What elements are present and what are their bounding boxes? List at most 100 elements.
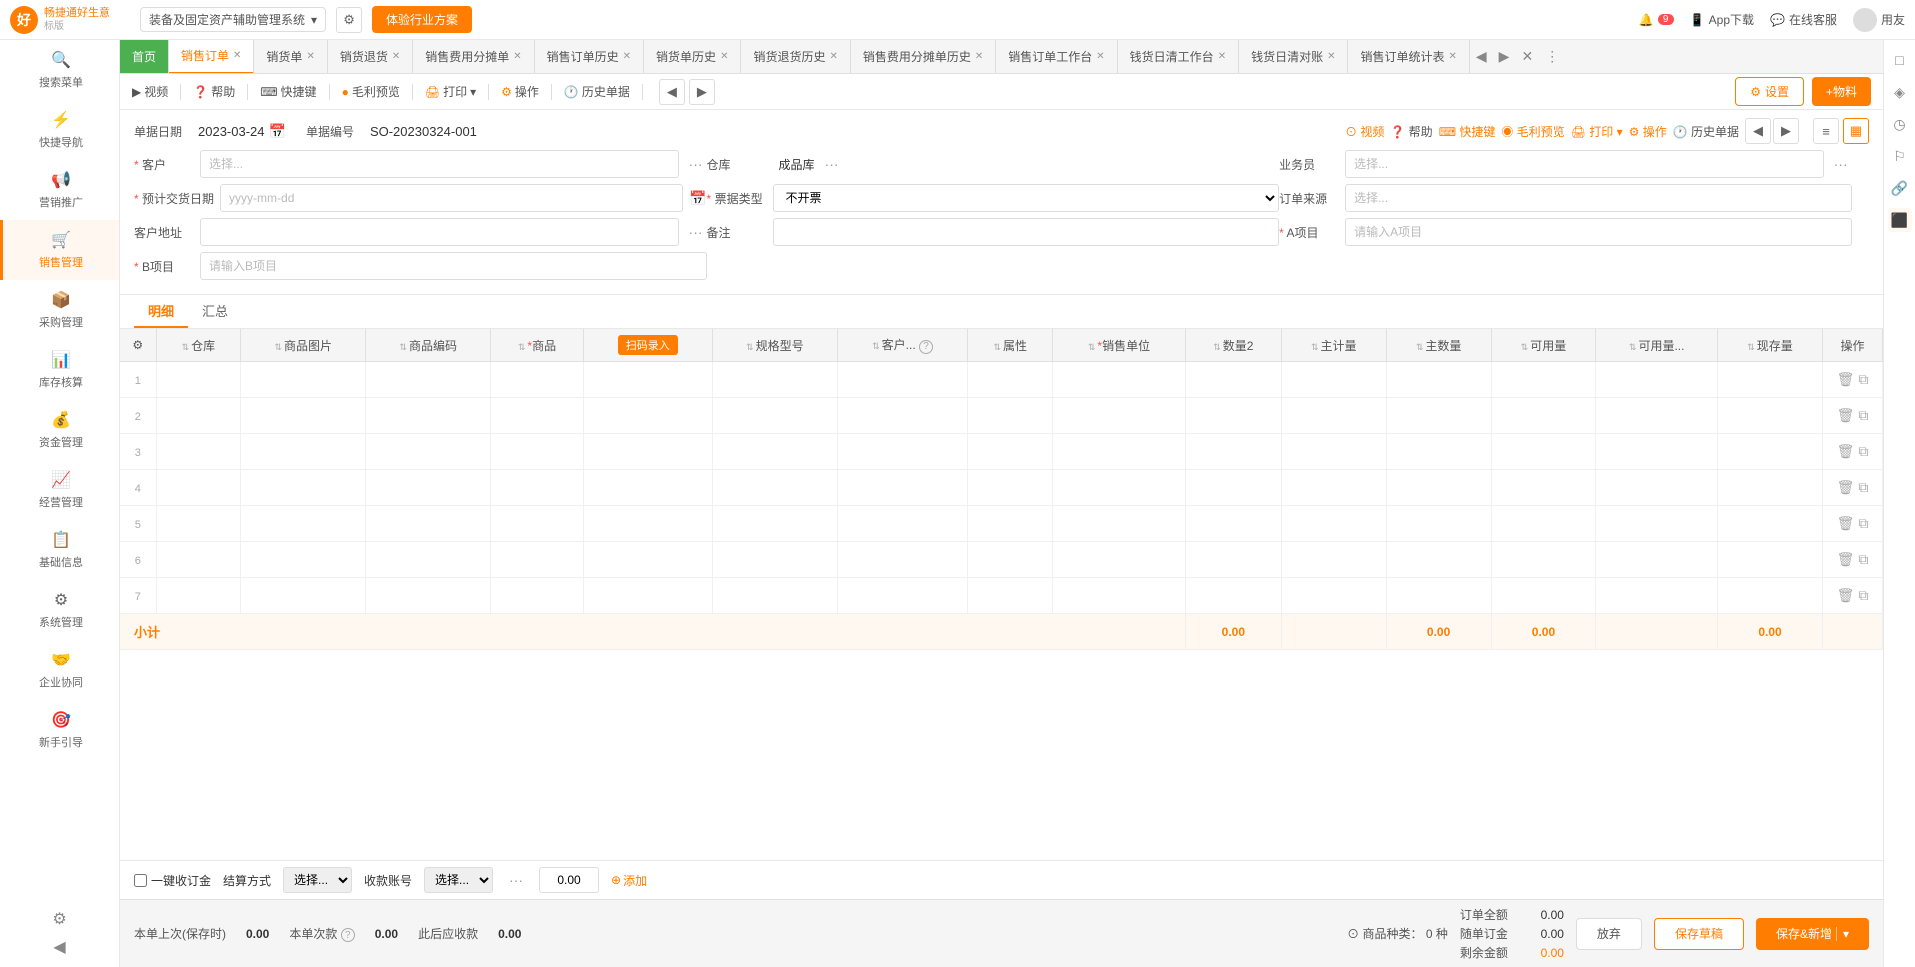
help-button[interactable]: ❓ 帮助 [193,83,235,100]
tab-close-icon[interactable]: ✕ [306,51,314,62]
warehouse-cell[interactable] [156,470,241,506]
warehouse-cell[interactable] [156,398,241,434]
shortcut-icon[interactable]: ⌨ 快捷键 [1439,123,1496,140]
customer-code-cell[interactable] [837,434,968,470]
sidebar-item-inventory[interactable]: 📊 库存核算 [0,340,119,400]
code-cell[interactable] [366,578,491,614]
copy-row-icon[interactable]: ⧉ [1858,407,1868,424]
discard-button[interactable]: 放弃 [1576,918,1642,950]
tab-close-icon[interactable]: ✕ [392,51,400,62]
col-settings-header[interactable]: ⚙ [120,329,156,362]
tab-sales-order-history[interactable]: 销售订单历史 ✕ [535,40,644,74]
attr-cell[interactable] [968,506,1053,542]
copy-row-icon[interactable]: ⧉ [1858,443,1868,460]
copy-row-icon[interactable]: ⧉ [1858,587,1868,604]
main-qty-cell[interactable] [1386,434,1491,470]
operation-button[interactable]: ⚙ 操作 [501,83,539,100]
customer-code-cell[interactable] [837,542,968,578]
one-click-deposit-checkbox[interactable] [134,874,147,887]
list-view-icon[interactable]: ≡ [1813,118,1839,144]
right-icon-2[interactable]: ◈ [1888,80,1912,104]
sidebar-settings-icon[interactable]: ⚙ [52,909,66,929]
this-order-help-icon[interactable]: ? [341,928,355,942]
add-material-button[interactable]: +物料 [1812,77,1871,106]
attr-cell[interactable] [968,434,1053,470]
tab-sales-return[interactable]: 销货退货 ✕ [328,40,413,74]
code-cell[interactable] [366,398,491,434]
user-menu[interactable]: 用友 [1853,8,1905,32]
warehouse-more-icon[interactable]: ··· [821,156,843,172]
tab-sales-expense[interactable]: 销售费用分摊单 ✕ [413,40,534,74]
tab-return-history[interactable]: 销货退货历史 ✕ [741,40,850,74]
tab-close-icon[interactable]: ✕ [829,51,837,62]
history-icon2[interactable]: 🕐 历史单据 [1673,123,1739,140]
sidebar-collapse-icon[interactable]: ◀ [53,937,65,957]
system-selector[interactable]: 装备及固定资产辅助管理系统 ▾ [140,7,326,32]
tab-close-icon[interactable]: ✕ [233,50,241,61]
code-cell[interactable] [366,434,491,470]
delete-row-icon[interactable]: 🗑 [1837,443,1855,460]
copy-row-icon[interactable]: ⧉ [1858,551,1868,568]
save-dropdown-icon[interactable]: ▾ [1836,927,1849,941]
goods-cell[interactable] [491,398,584,434]
unit-cell[interactable] [1053,506,1186,542]
customer-code-cell[interactable] [837,470,968,506]
spec-cell[interactable] [712,470,837,506]
sidebar-item-operations[interactable]: 📈 经营管理 [0,460,119,520]
prev-record-icon[interactable]: ◀ [659,79,685,105]
tab-daily-reconcile[interactable]: 钱货日清对账 ✕ [1239,40,1348,74]
attr-cell[interactable] [968,398,1053,434]
attr-cell[interactable] [968,578,1053,614]
account-more-icon[interactable]: ··· [505,872,527,888]
code-cell[interactable] [366,362,491,398]
shortcut-button[interactable]: ⌨ 快捷键 [260,83,316,100]
code-cell[interactable] [366,506,491,542]
unit-cell[interactable] [1053,398,1186,434]
tab-menu-icon[interactable]: ⋮ [1539,48,1565,65]
qty2-cell[interactable] [1185,542,1281,578]
tab-prev-icon[interactable]: ◀ [1470,48,1493,65]
notice-button[interactable]: 🔔 9 [1639,13,1674,27]
unit-cell[interactable] [1053,362,1186,398]
settings-button[interactable]: ⚙ 设置 [1735,77,1804,106]
settings-icon[interactable]: ⚙ [336,7,362,33]
app-download-button[interactable]: 📱 App下载 [1690,11,1754,28]
right-icon-6[interactable]: ⬛ [1888,208,1912,232]
next-record-icon[interactable]: ▶ [689,79,715,105]
copy-row-icon[interactable]: ⧉ [1858,479,1868,496]
sidebar-item-enterprise[interactable]: 🤝 企业协同 [0,640,119,700]
sidebar-item-purchase[interactable]: 📦 采购管理 [0,280,119,340]
tab-close-icon[interactable]: ✕ [1449,51,1457,62]
qty2-cell[interactable] [1185,398,1281,434]
sidebar-item-sales[interactable]: 🛒 销售管理 [0,220,119,280]
right-icon-1[interactable]: □ [1888,48,1912,72]
delete-row-icon[interactable]: 🗑 [1837,515,1855,532]
customer-code-cell[interactable] [837,398,968,434]
goods-cell[interactable] [491,578,584,614]
sidebar-item-guide[interactable]: 🎯 新手引导 [0,700,119,760]
warehouse-cell[interactable] [156,542,241,578]
print-icon2[interactable]: 🖨 打印 ▾ [1571,123,1623,140]
tab-detail[interactable]: 明细 [134,295,188,328]
sidebar-item-search[interactable]: 🔍 搜索菜单 [0,40,119,100]
customer-code-cell[interactable] [837,506,968,542]
save-new-button[interactable]: 保存&新增 ▾ [1756,918,1869,950]
spec-cell[interactable] [712,434,837,470]
tab-close-icon[interactable]: ✕ [1218,51,1226,62]
tab-close-icon[interactable]: ✕ [1327,51,1335,62]
customer-code-cell[interactable] [837,578,968,614]
tab-close-icon[interactable]: ✕ [513,51,521,62]
settle-method-select[interactable]: 选择... [283,867,352,893]
warehouse-cell[interactable] [156,362,241,398]
right-icon-3[interactable]: ◷ [1888,112,1912,136]
main-qty-cell[interactable] [1386,362,1491,398]
calendar-icon[interactable]: 📅 [269,123,286,140]
staff-input[interactable] [1345,150,1824,178]
project-a-input[interactable] [1345,218,1852,246]
main-qty-cell[interactable] [1386,470,1491,506]
add-account-button[interactable]: ⊕ 添加 [611,872,647,889]
unit-cell[interactable] [1053,542,1186,578]
delete-row-icon[interactable]: 🗑 [1837,551,1855,568]
goods-cell[interactable] [491,470,584,506]
account-select[interactable]: 选择... [424,867,493,893]
